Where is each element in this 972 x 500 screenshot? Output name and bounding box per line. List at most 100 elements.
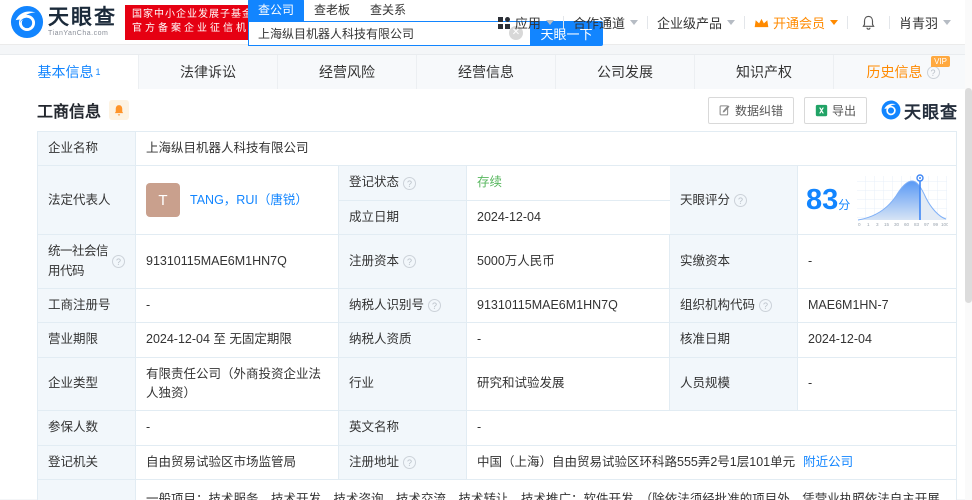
tab-history-info[interactable]: 历史信息 ? VIP: [834, 55, 972, 89]
monitor-bell-button[interactable]: [109, 100, 129, 120]
svg-text:83: 83: [914, 222, 920, 227]
help-icon[interactable]: ?: [759, 299, 772, 312]
vip-badge: VIP: [931, 56, 950, 67]
table-row: 统一社会信用代码? 91310115MAE6M1HN7Q 注册资本? 5000万…: [38, 235, 956, 289]
search-tab-company[interactable]: 查公司: [248, 0, 304, 21]
tab-basic-info[interactable]: 基本信息1: [0, 55, 139, 89]
top-header: 天眼查 TianYanCha.com 国家中小企业发展子基金旗下 官方备案企业征…: [0, 0, 972, 45]
business-term-value: 2024-12-04 至 无固定期限: [136, 323, 339, 356]
table-row: 法定代表人 T TANG，RUI（唐锐） 登记状态? 存续 成立日期 2024-…: [38, 166, 956, 235]
tab-company-development[interactable]: 公司发展: [556, 55, 695, 89]
top-menu: 应用 合作通道 企业级产品 开通会员 肖青羽: [489, 0, 960, 45]
tab-operation-info[interactable]: 经营信息: [417, 55, 556, 89]
excel-icon: [815, 104, 828, 117]
approve-date-value: 2024-12-04: [798, 323, 956, 356]
establish-date-value: 2024-12-04: [467, 201, 670, 234]
svg-text:1: 1: [867, 222, 870, 227]
username: 肖青羽: [899, 13, 938, 32]
tab-legal-litigation[interactable]: 法律诉讼: [139, 55, 278, 89]
svg-text:30: 30: [894, 222, 900, 227]
menu-vip-upgrade[interactable]: 开通会员: [745, 13, 847, 32]
help-icon[interactable]: ?: [403, 255, 416, 268]
user-menu[interactable]: 肖青羽: [890, 13, 960, 32]
svg-text:60: 60: [904, 222, 910, 227]
svg-text:99: 99: [933, 222, 939, 227]
svg-text:0: 0: [858, 222, 861, 227]
scrollbar-thumb[interactable]: [965, 88, 972, 303]
reg-address-value-cell: 中国（上海）自由贸易试验区环科路555弄2号1层101单元 附近公司: [467, 446, 956, 479]
table-row: 经营范围? 一般项目：技术服务、技术开发、技术咨询、技术交流、技术转让、技术推广…: [38, 480, 956, 500]
help-icon[interactable]: ?: [112, 255, 125, 268]
tianyancha-logo[interactable]: 天眼查 TianYanCha.com: [10, 5, 117, 39]
score-cell: 83分: [798, 166, 956, 234]
table-row: 营业期限 2024-12-04 至 无固定期限 纳税人资质 - 核准日期 202…: [38, 323, 956, 357]
tianyancha-watermark-icon: [881, 100, 901, 120]
business-info-table: 企业名称 上海纵目机器人科技有限公司 法定代表人 T TANG，RUI（唐锐） …: [37, 131, 957, 500]
establish-date-label: 成立日期: [339, 201, 467, 234]
tab-operation-risk[interactable]: 经营风险: [278, 55, 417, 89]
search-tab-boss[interactable]: 查老板: [304, 0, 360, 21]
help-icon[interactable]: ?: [734, 194, 747, 207]
crown-icon: [754, 17, 769, 29]
help-icon[interactable]: ?: [403, 177, 416, 190]
edit-icon: [719, 104, 731, 116]
taxpayer-quality-value: -: [467, 323, 670, 356]
tab-label: 知识产权: [736, 62, 792, 82]
export-label: 导出: [832, 102, 856, 119]
company-type-value: 有限责任公司（外商投资企业法人独资）: [136, 358, 339, 411]
staff-size-label: 人员规模: [670, 358, 798, 411]
chevron-down-icon: [546, 20, 554, 25]
section-header: 工商信息 数据纠错 导出 天眼查: [0, 89, 972, 131]
reg-capital-value: 5000万人民币: [467, 235, 670, 288]
menu-enterprise-label: 企业级产品: [657, 13, 722, 32]
tab-label: 经营信息: [458, 62, 514, 82]
insured-value: -: [136, 411, 339, 444]
section-title: 工商信息: [37, 98, 101, 122]
help-icon[interactable]: ?: [927, 66, 940, 79]
avatar[interactable]: T: [146, 183, 180, 217]
taxpayer-id-value: 91310115MAE6M1HN7Q: [467, 289, 670, 322]
svg-text:3: 3: [876, 222, 879, 227]
tab-label: 公司发展: [597, 62, 653, 82]
taxpayer-id-label: 纳税人识别号: [349, 296, 424, 315]
business-term-label: 营业期限: [38, 323, 136, 356]
help-icon[interactable]: ?: [403, 456, 416, 469]
search-input[interactable]: [248, 21, 530, 46]
watermark-text: 天眼查: [904, 98, 958, 123]
bell-icon: [113, 104, 125, 117]
staff-size-value: -: [798, 358, 956, 411]
legal-rep-link[interactable]: TANG，RUI（唐锐）: [190, 191, 308, 210]
chevron-down-icon: [630, 20, 638, 25]
menu-enterprise-products[interactable]: 企业级产品: [648, 13, 744, 32]
reg-authority-label: 登记机关: [38, 446, 136, 479]
reg-status-label-cell: 登记状态?: [339, 166, 467, 199]
credit-code-label: 统一社会信用代码: [48, 242, 108, 281]
scrollbar[interactable]: [965, 0, 972, 500]
data-correction-button[interactable]: 数据纠错: [708, 97, 794, 124]
paid-capital-label: 实缴资本: [670, 235, 798, 288]
svg-text:100: 100: [941, 222, 948, 227]
menu-apps[interactable]: 应用: [489, 13, 563, 32]
tab-intellectual-property[interactable]: 知识产权: [695, 55, 834, 89]
reg-address-label-cell: 注册地址?: [339, 446, 467, 479]
watermark-logo: 天眼查: [881, 98, 958, 123]
notifications-button[interactable]: [852, 15, 885, 31]
company-detail-panel: 基本信息1 法律诉讼 经营风险 经营信息 公司发展 知识产权 历史信息 ? VI…: [0, 54, 972, 499]
search-tab-relation[interactable]: 查关系: [360, 0, 416, 21]
menu-cooperation-label: 合作通道: [573, 13, 625, 32]
tab-count: 1: [95, 67, 100, 77]
nearby-companies-link[interactable]: 附近公司: [803, 453, 853, 472]
reg-authority-value: 自由贸易试验区市场监管局: [136, 446, 339, 479]
detail-tabbar: 基本信息1 法律诉讼 经营风险 经营信息 公司发展 知识产权 历史信息 ? VI…: [0, 55, 972, 89]
score-value[interactable]: 83分: [806, 178, 850, 223]
apps-grid-icon: [498, 17, 510, 29]
score-label: 天眼评分: [680, 191, 730, 210]
export-button[interactable]: 导出: [804, 97, 867, 124]
table-row: 登记机关 自由贸易试验区市场监管局 注册地址? 中国（上海）自由贸易试验区环科路…: [38, 446, 956, 480]
english-name-label: 英文名称: [339, 411, 467, 444]
svg-text:15: 15: [884, 222, 890, 227]
menu-cooperation[interactable]: 合作通道: [564, 13, 647, 32]
menu-vip-label: 开通会员: [773, 13, 825, 32]
english-name-value: -: [467, 411, 956, 444]
help-icon[interactable]: ?: [428, 299, 441, 312]
